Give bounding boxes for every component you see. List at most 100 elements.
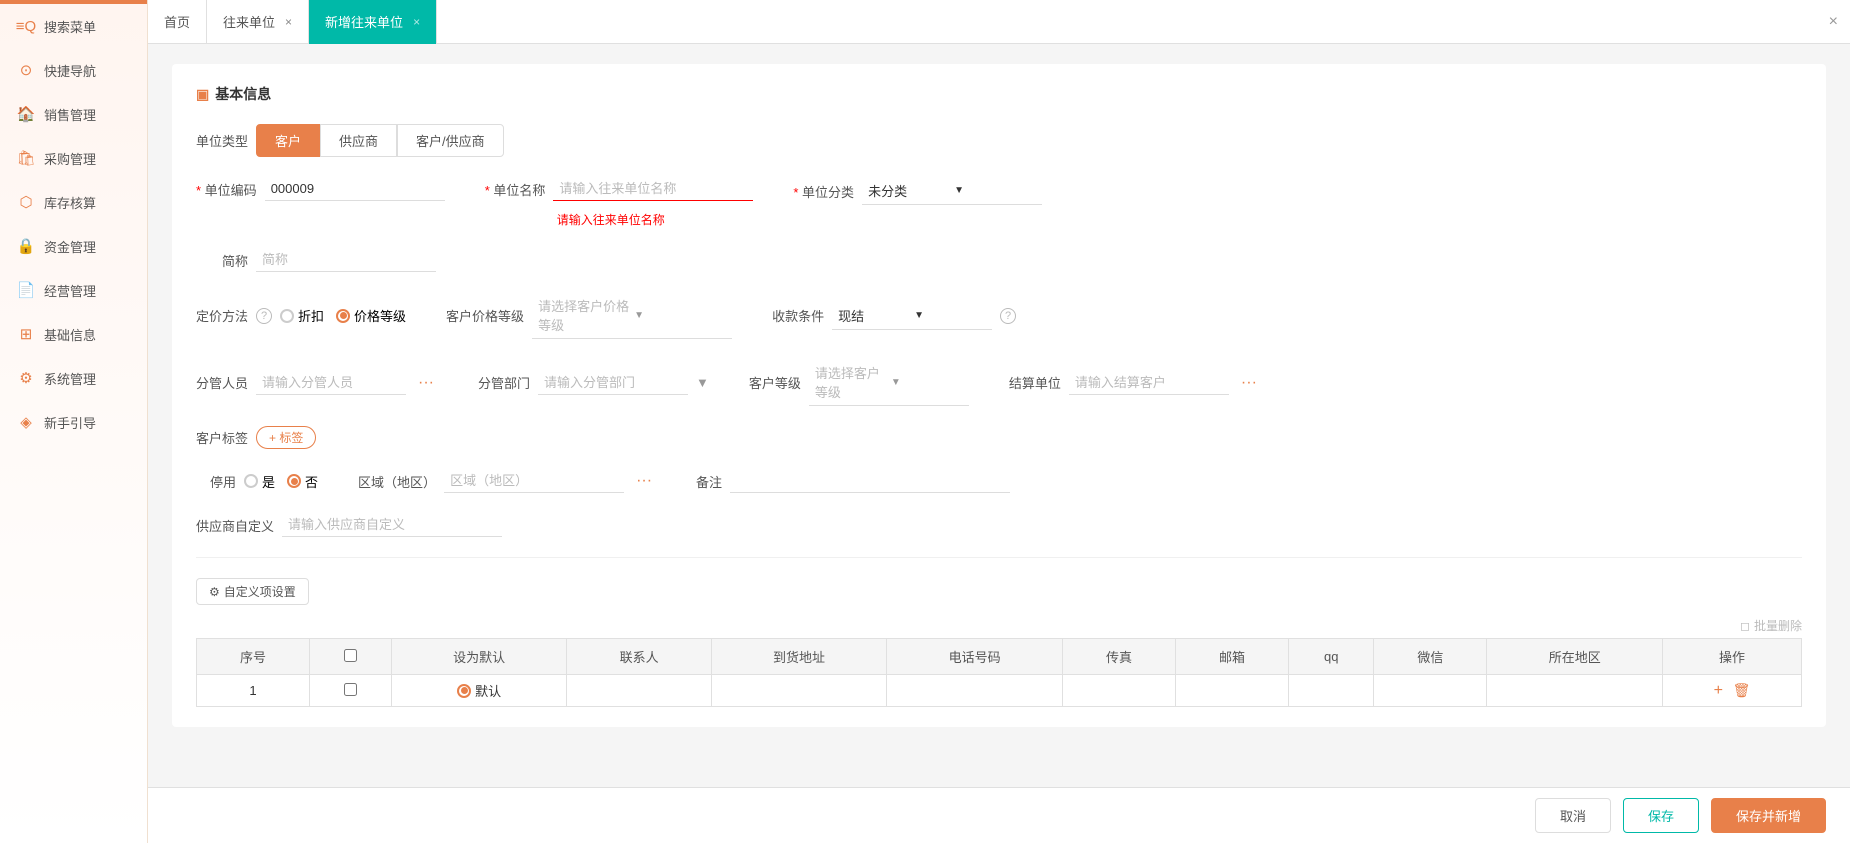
cell-address [711, 675, 887, 707]
save-button[interactable]: 保存 [1623, 798, 1699, 833]
add-row-btn[interactable]: + [1714, 682, 1723, 699]
pricing-help-icon[interactable]: ? [256, 308, 272, 324]
pricing-field: 定价方法 ? 折扣 价格等级 [196, 306, 406, 325]
abbr-input[interactable] [256, 248, 436, 272]
unit-code-input[interactable] [265, 177, 445, 201]
sidebar-item-label: 新手引导 [44, 413, 96, 432]
th-action: 操作 [1663, 639, 1802, 675]
delete-row-btn[interactable]: 🗑 [1733, 682, 1751, 698]
default-radio-inner [461, 687, 468, 694]
pricing-radio-discount[interactable]: 折扣 [280, 306, 324, 325]
row-checkbox[interactable] [344, 683, 357, 696]
manager-input[interactable] [256, 371, 406, 395]
customer-level-arrow-icon: ▼ [891, 377, 963, 388]
sidebar-item-operations[interactable]: 📄 经营管理 [0, 268, 147, 312]
type-btn-customer[interactable]: 客户 [256, 124, 320, 157]
inventory-icon: ⬡ [16, 192, 36, 212]
system-icon: ⚙ [16, 368, 36, 388]
type-btn-both[interactable]: 客户/供应商 [397, 124, 504, 157]
disabled-radio-group: 是 否 [244, 472, 318, 491]
dept-input[interactable] [538, 371, 688, 395]
disabled-field: 停用 是 否 [196, 472, 318, 491]
sales-icon: 🏠 [16, 104, 36, 124]
tab-new-partner-close[interactable]: × [413, 15, 420, 29]
tab-new-partner[interactable]: 新增往来单位 × [309, 0, 437, 44]
tab-home-label: 首页 [164, 12, 190, 31]
operations-icon: 📄 [16, 280, 36, 300]
customer-price-select[interactable]: 请选择客户价格等级 ▼ [532, 292, 732, 339]
tab-partners[interactable]: 往来单位 × [207, 0, 309, 44]
unit-category-select[interactable]: 未分类 ▼ [862, 177, 1042, 205]
disabled-no-label: 否 [305, 472, 318, 491]
pricing-row: 定价方法 ? 折扣 价格等级 客户价格等级 [196, 292, 1802, 339]
sidebar-item-inventory[interactable]: ⬡ 库存核算 [0, 180, 147, 224]
sidebar-item-basic-info[interactable]: ⊞ 基础信息 [0, 312, 147, 356]
unit-name-error: 请输入往来单位名称 [557, 211, 665, 228]
remark-field: 备注 [696, 469, 1010, 493]
payment-help-icon[interactable]: ? [1000, 308, 1016, 324]
pricing-radio-grade[interactable]: 价格等级 [336, 306, 406, 325]
tag-row: 客户标签 + 标签 [196, 426, 1802, 449]
save-new-button[interactable]: 保存并新增 [1711, 798, 1826, 833]
tab-home[interactable]: 首页 [148, 0, 207, 44]
sidebar-item-label: 经营管理 [44, 281, 96, 300]
sidebar-item-sales[interactable]: 🏠 销售管理 [0, 92, 147, 136]
sidebar-item-purchase[interactable]: 🛍 采购管理 [0, 136, 147, 180]
settlement-input[interactable] [1069, 371, 1229, 395]
cell-email [1176, 675, 1289, 707]
tab-bar-close-btn[interactable]: × [1829, 13, 1838, 31]
unit-code-label: 单位编码 [196, 180, 257, 199]
disabled-radio-yes[interactable]: 是 [244, 472, 275, 491]
manager-field: 分管人员 ··· [196, 371, 438, 395]
dept-arrow-icon: ▼ [696, 375, 709, 390]
payment-select[interactable]: 现结 ▼ [832, 302, 992, 330]
tag-label: 客户标签 [196, 428, 248, 447]
tab-partners-close[interactable]: × [285, 15, 292, 29]
content-area: ▣ 基本信息 单位类型 客户 供应商 客户/供应商 单位编码 [148, 44, 1850, 787]
unit-name-input[interactable] [553, 177, 753, 201]
sidebar-item-search-menu[interactable]: ≡Q 搜索菜单 [0, 4, 147, 48]
type-btn-supplier[interactable]: 供应商 [320, 124, 397, 157]
region-input[interactable] [444, 469, 624, 493]
sidebar-item-guide[interactable]: ◈ 新手引导 [0, 400, 147, 444]
payment-arrow-icon: ▼ [914, 310, 986, 321]
select-all-checkbox[interactable] [344, 649, 357, 662]
unit-category-value: 未分类 [868, 181, 950, 200]
tab-partners-label: 往来单位 [223, 12, 275, 31]
table-body: 1 默认 [197, 675, 1802, 707]
custom-settings-btn[interactable]: ⚙ 自定义项设置 [196, 578, 309, 605]
default-radio[interactable]: 默认 [402, 681, 557, 700]
cell-wechat [1374, 675, 1487, 707]
pricing-radio-group: 折扣 价格等级 [280, 306, 406, 325]
tag-add-btn[interactable]: + 标签 [256, 426, 316, 449]
unit-type-field: 单位类型 客户 供应商 客户/供应商 [196, 124, 504, 157]
sidebar-item-quick-nav[interactable]: ⊙ 快捷导航 [0, 48, 147, 92]
payment-value: 现结 [838, 306, 910, 325]
batch-delete-area[interactable]: ◻ 批量删除 [196, 617, 1802, 634]
customer-level-select[interactable]: 请选择客户等级 ▼ [809, 359, 969, 406]
supplier-custom-input[interactable] [282, 513, 502, 537]
manager-row: 分管人员 ··· 分管部门 ▼ 客户等级 请选择客户等级 ▼ [196, 359, 1802, 406]
th-wechat: 微信 [1374, 639, 1487, 675]
cancel-button[interactable]: 取消 [1535, 798, 1611, 833]
batch-delete-label: 批量删除 [1754, 617, 1802, 634]
section-title-text: 基本信息 [215, 84, 271, 104]
sidebar-item-label: 销售管理 [44, 105, 96, 124]
manager-more-btn[interactable]: ··· [414, 374, 438, 392]
settlement-more-btn[interactable]: ··· [1237, 374, 1261, 392]
sidebar-item-finance[interactable]: 🔒 资金管理 [0, 224, 147, 268]
abbr-label: 简称 [222, 251, 248, 270]
pricing-grade-label: 价格等级 [354, 306, 406, 325]
cell-qq [1289, 675, 1374, 707]
remark-input[interactable] [730, 469, 1010, 493]
sidebar-item-system[interactable]: ⚙ 系统管理 [0, 356, 147, 400]
region-more-btn[interactable]: ··· [632, 472, 656, 490]
table-header: 序号 设为默认 联系人 到货地址 电话号码 传真 邮箱 qq 微信 所在地区 操… [197, 639, 1802, 675]
disabled-radio-no[interactable]: 否 [287, 472, 318, 491]
settlement-field: 结算单位 ··· [1009, 371, 1261, 395]
unit-name-label: 单位名称 [485, 180, 546, 199]
customer-price-placeholder: 请选择客户价格等级 [538, 296, 630, 334]
divider [196, 557, 1802, 558]
disabled-label: 停用 [210, 472, 236, 491]
abbr-field: 简称 [196, 248, 436, 272]
